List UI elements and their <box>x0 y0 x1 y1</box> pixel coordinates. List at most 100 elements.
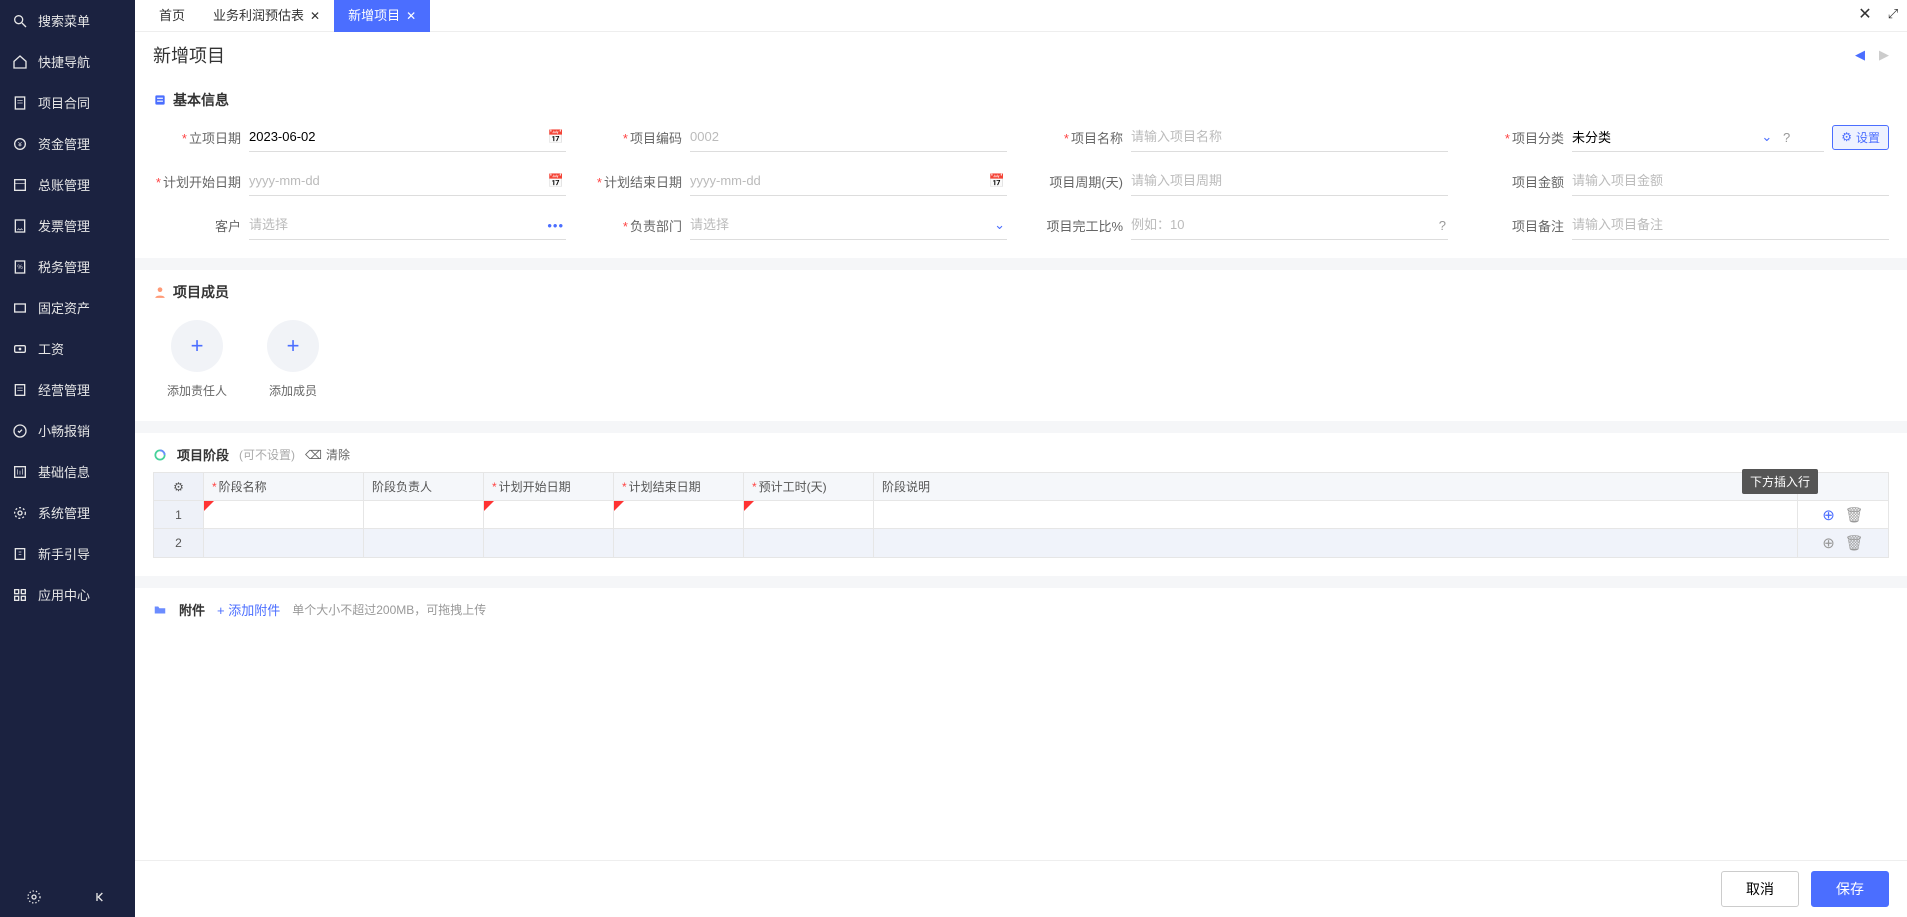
clear-button[interactable]: ⌫清除 <box>305 446 350 463</box>
tab-label: 首页 <box>159 0 185 32</box>
plus-icon: + <box>171 320 223 372</box>
close-button[interactable]: ✕ <box>1851 0 1879 28</box>
settings-icon[interactable] <box>26 889 42 905</box>
calendar-icon[interactable]: 📅 <box>548 129 564 145</box>
period-input[interactable] <box>1131 166 1448 196</box>
help-icon[interactable]: ? <box>1439 218 1446 233</box>
cell-desc[interactable] <box>874 501 1798 528</box>
sidebar-item-reimburse[interactable]: 小畅报销 <box>0 410 135 451</box>
fullscreen-button[interactable]: ⤢ <box>1879 0 1907 28</box>
label-project-name: 项目名称 <box>1071 131 1123 146</box>
add-attachment-button[interactable]: + 添加附件 <box>217 600 280 619</box>
sidebar-item-invoice[interactable]: 发票管理 <box>0 205 135 246</box>
invoice-icon <box>12 218 28 234</box>
cell-plan-end[interactable] <box>614 529 744 557</box>
cell-plan-start[interactable] <box>484 501 614 528</box>
close-icon[interactable]: ✕ <box>406 0 416 32</box>
cell-stage-name[interactable] <box>204 501 364 528</box>
sidebar-item-biz[interactable]: 经营管理 <box>0 369 135 410</box>
broom-icon: ⌫ <box>305 448 322 462</box>
sidebar-label: 总账管理 <box>38 175 90 194</box>
delete-row-icon[interactable]: 🗑 <box>1845 534 1864 552</box>
dept-select[interactable] <box>690 210 1007 240</box>
customer-select[interactable] <box>249 210 566 240</box>
sidebar-item-asset[interactable]: 固定资产 <box>0 287 135 328</box>
ledger-icon <box>12 177 28 193</box>
sidebar-item-search[interactable]: 搜索菜单 <box>0 0 135 41</box>
table-row[interactable]: 2 ⊕🗑 <box>154 529 1888 557</box>
sidebar-label: 应用中心 <box>38 585 90 604</box>
more-icon[interactable]: ••• <box>547 218 564 233</box>
chevron-down-icon[interactable]: ⌄ <box>994 217 1005 233</box>
section-basic: 基本信息 *立项日期📅 *项目编码 *项目名称 *项目分类⌄?⚙设置 *计划开始… <box>135 78 1907 258</box>
insert-row-icon[interactable]: ⊕ <box>1822 506 1835 524</box>
guide-icon <box>12 546 28 562</box>
cell-plan-end[interactable] <box>614 501 744 528</box>
sidebar-item-home[interactable]: 快捷导航 <box>0 41 135 82</box>
insert-row-icon[interactable]: ⊕ <box>1822 534 1835 552</box>
page-title: 新增项目 <box>153 42 1855 68</box>
progress-input[interactable] <box>1131 210 1448 240</box>
add-member-button[interactable]: + 添加成员 <box>267 320 319 399</box>
cell-hours[interactable] <box>744 529 874 557</box>
doc-icon <box>12 95 28 111</box>
category-setting-button[interactable]: ⚙设置 <box>1832 125 1889 150</box>
sidebar-item-appcenter[interactable]: 应用中心 <box>0 574 135 615</box>
close-icon[interactable]: ✕ <box>310 0 320 32</box>
calendar-icon[interactable]: 📅 <box>989 173 1005 189</box>
next-record-button[interactable]: ▶ <box>1879 47 1889 63</box>
sidebar-item-ledger[interactable]: 总账管理 <box>0 164 135 205</box>
sidebar-item-guide[interactable]: 新手引导 <box>0 533 135 574</box>
col-desc: 阶段说明 <box>882 478 930 495</box>
sidebar-label: 发票管理 <box>38 216 90 235</box>
col-plan-start: 计划开始日期 <box>499 478 571 495</box>
project-name-input[interactable] <box>1131 122 1448 152</box>
sidebar-item-salary[interactable]: 工资 <box>0 328 135 369</box>
sidebar-label: 固定资产 <box>38 298 90 317</box>
collapse-icon[interactable] <box>93 889 109 905</box>
project-code-input[interactable] <box>690 122 1007 152</box>
save-button[interactable]: 保存 <box>1811 871 1889 907</box>
reimburse-icon <box>12 423 28 439</box>
section-title: 项目成员 <box>173 282 229 302</box>
tab-new-project[interactable]: 新增项目✕ <box>334 0 430 32</box>
label-plan-start: 计划开始日期 <box>163 175 241 190</box>
chevron-down-icon[interactable]: ⌄ <box>1761 129 1772 145</box>
section-attachments: 附件 + 添加附件 单个大小不超过200MB，可拖拽上传 <box>135 588 1907 860</box>
cell-stage-owner[interactable] <box>364 501 484 528</box>
cell-hours[interactable] <box>744 501 874 528</box>
cell-desc[interactable] <box>874 529 1798 557</box>
project-date-input[interactable] <box>249 122 566 152</box>
sidebar-label: 搜索菜单 <box>38 11 90 30</box>
sidebar-label: 基础信息 <box>38 462 90 481</box>
table-row[interactable]: 1 ⊕ 🗑 <box>154 501 1888 529</box>
help-icon[interactable]: ? <box>1783 130 1790 145</box>
cell-stage-owner[interactable] <box>364 529 484 557</box>
label-plan-end: 计划结束日期 <box>604 175 682 190</box>
cell-stage-name[interactable] <box>204 529 364 557</box>
amount-input[interactable] <box>1572 166 1889 196</box>
section-title: 附件 <box>179 600 205 619</box>
add-owner-button[interactable]: + 添加责任人 <box>167 320 227 399</box>
plan-end-input[interactable] <box>690 166 1007 196</box>
footer: 取消 保存 <box>135 860 1907 917</box>
cell-plan-start[interactable] <box>484 529 614 557</box>
sidebar-item-fund[interactable]: ¥ 资金管理 <box>0 123 135 164</box>
salary-icon <box>12 341 28 357</box>
sidebar-item-tax[interactable]: % 税务管理 <box>0 246 135 287</box>
remark-input[interactable] <box>1572 210 1889 240</box>
sidebar-item-baseinfo[interactable]: 基础信息 <box>0 451 135 492</box>
tab-home[interactable]: 首页 <box>145 0 199 32</box>
delete-row-icon[interactable]: 🗑 <box>1845 506 1864 524</box>
cancel-button[interactable]: 取消 <box>1721 871 1799 907</box>
tab-profit-estimate[interactable]: 业务利润预估表✕ <box>199 0 334 32</box>
prev-record-button[interactable]: ◀ <box>1855 47 1865 63</box>
folder-icon <box>153 603 167 617</box>
row-index: 1 <box>154 501 204 528</box>
table-settings-button[interactable]: ⚙ <box>154 473 204 500</box>
sidebar-item-system[interactable]: 系统管理 <box>0 492 135 533</box>
biz-icon <box>12 382 28 398</box>
plan-start-input[interactable] <box>249 166 566 196</box>
calendar-icon[interactable]: 📅 <box>548 173 564 189</box>
sidebar-item-project-contract[interactable]: 项目合同 <box>0 82 135 123</box>
